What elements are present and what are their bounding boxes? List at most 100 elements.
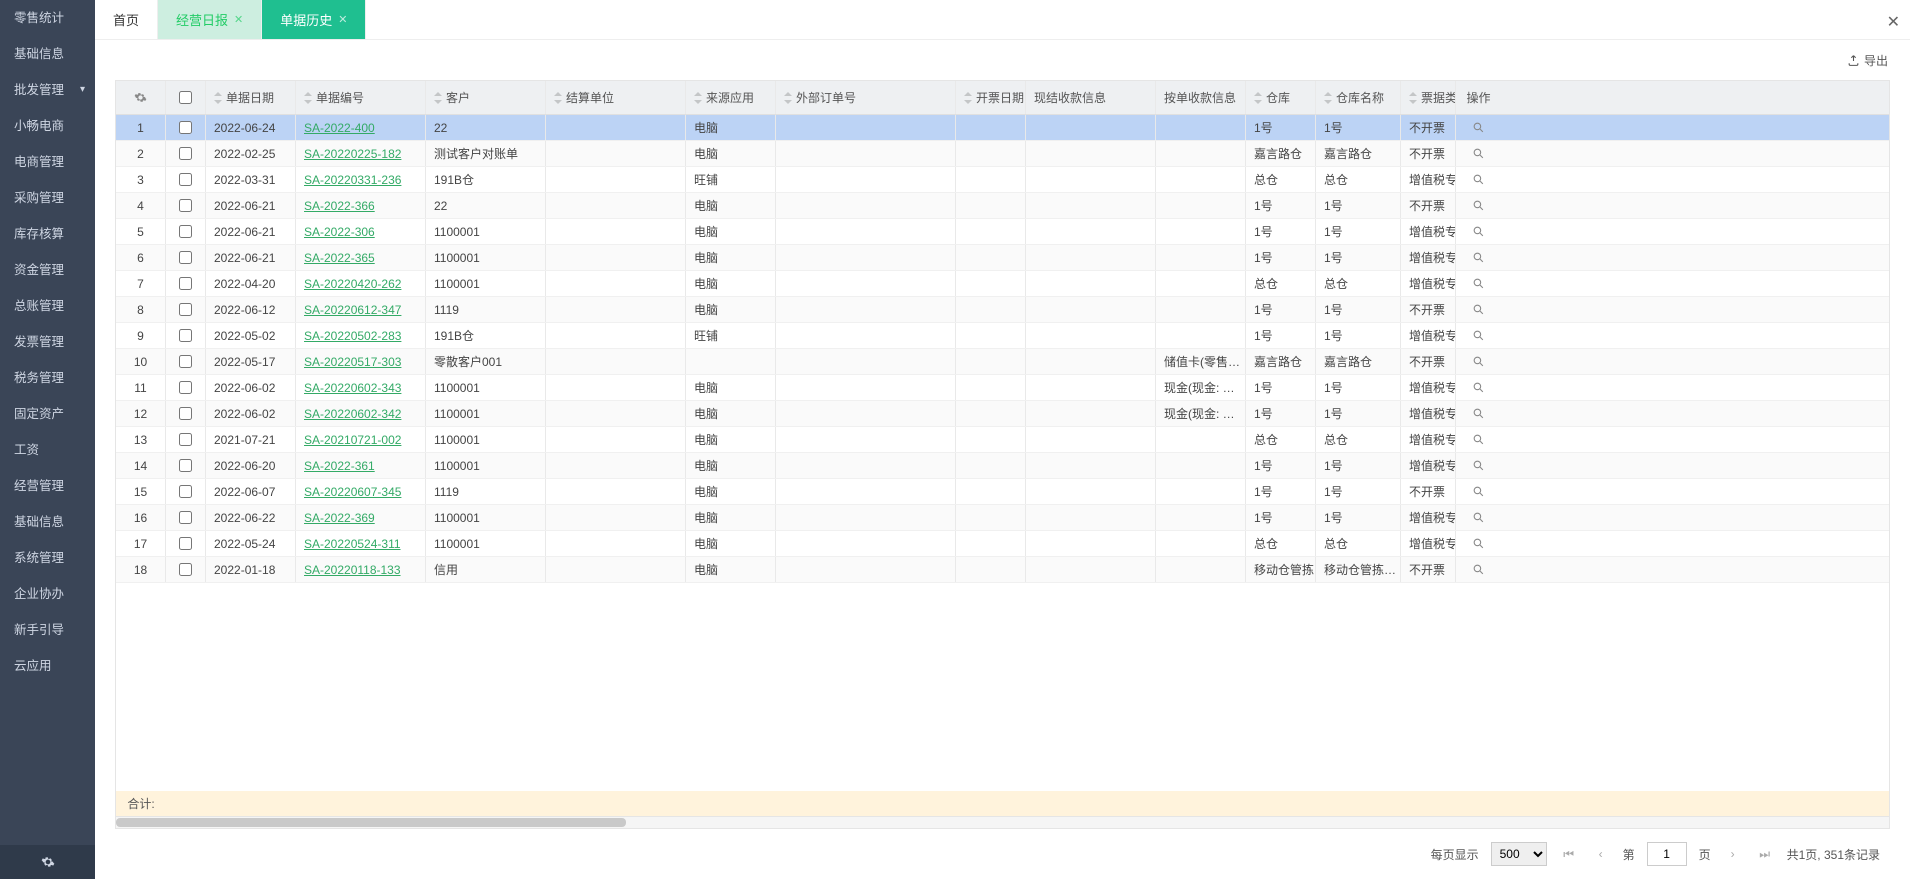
row-checkbox-cell[interactable] bbox=[166, 479, 206, 504]
col-whname[interactable]: 仓库名称 bbox=[1316, 81, 1401, 114]
row-checkbox[interactable] bbox=[179, 303, 192, 316]
row-checkbox[interactable] bbox=[179, 381, 192, 394]
row-view-button[interactable] bbox=[1456, 349, 1501, 374]
row-view-button[interactable] bbox=[1456, 505, 1501, 530]
table-row[interactable]: 62022-06-21SA-2022-3651100001电脑1号1号增值税专 bbox=[116, 245, 1889, 271]
checkbox-all[interactable] bbox=[179, 91, 192, 104]
row-view-button[interactable] bbox=[1456, 167, 1501, 192]
row-view-button[interactable] bbox=[1456, 479, 1501, 504]
row-checkbox[interactable] bbox=[179, 537, 192, 550]
table-row[interactable]: 82022-06-12SA-20220612-3471119电脑1号1号不开票 bbox=[116, 297, 1889, 323]
col-checkbox-all[interactable] bbox=[166, 81, 206, 114]
table-row[interactable]: 162022-06-22SA-2022-3691100001电脑1号1号增值税专 bbox=[116, 505, 1889, 531]
sidebar-item-7[interactable]: 资金管理 bbox=[0, 252, 95, 288]
row-checkbox-cell[interactable] bbox=[166, 531, 206, 556]
row-checkbox[interactable] bbox=[179, 355, 192, 368]
sidebar-item-18[interactable]: 云应用 bbox=[0, 648, 95, 684]
col-cashinfo[interactable]: 现结收款信息 bbox=[1026, 81, 1156, 114]
table-row[interactable]: 142022-06-20SA-2022-3611100001电脑1号1号增值税专 bbox=[116, 453, 1889, 479]
row-checkbox[interactable] bbox=[179, 251, 192, 264]
col-settings[interactable] bbox=[116, 81, 166, 114]
table-row[interactable]: 32022-03-31SA-20220331-236191B仓旺铺总仓总仓增值税… bbox=[116, 167, 1889, 193]
tab-0[interactable]: 首页 bbox=[95, 0, 158, 39]
table-row[interactable]: 92022-05-02SA-20220502-283191B仓旺铺1号1号增值税… bbox=[116, 323, 1889, 349]
last-page-button[interactable]: ⏭ bbox=[1755, 844, 1775, 864]
row-view-button[interactable] bbox=[1456, 557, 1501, 582]
table-row[interactable]: 132021-07-21SA-20210721-0021100001电脑总仓总仓… bbox=[116, 427, 1889, 453]
row-checkbox-cell[interactable] bbox=[166, 349, 206, 374]
row-checkbox[interactable] bbox=[179, 147, 192, 160]
row-checkbox-cell[interactable] bbox=[166, 375, 206, 400]
row-checkbox[interactable] bbox=[179, 329, 192, 342]
row-checkbox-cell[interactable] bbox=[166, 141, 206, 166]
sidebar-settings-button[interactable] bbox=[0, 845, 95, 879]
row-checkbox-cell[interactable] bbox=[166, 193, 206, 218]
sidebar-item-14[interactable]: 基础信息 bbox=[0, 504, 95, 540]
doc-link[interactable]: SA-2022-365 bbox=[304, 251, 375, 265]
row-checkbox-cell[interactable] bbox=[166, 297, 206, 322]
horizontal-scrollbar[interactable] bbox=[116, 816, 1889, 828]
tab-close-icon[interactable]: ✕ bbox=[338, 13, 347, 26]
table-row[interactable]: 172022-05-24SA-20220524-3111100001电脑总仓总仓… bbox=[116, 531, 1889, 557]
row-checkbox-cell[interactable] bbox=[166, 505, 206, 530]
row-checkbox[interactable] bbox=[179, 433, 192, 446]
sidebar-item-17[interactable]: 新手引导 bbox=[0, 612, 95, 648]
doc-link[interactable]: SA-2022-306 bbox=[304, 225, 375, 239]
row-view-button[interactable] bbox=[1456, 453, 1501, 478]
table-row[interactable]: 152022-06-07SA-20220607-3451119电脑1号1号不开票 bbox=[116, 479, 1889, 505]
first-page-button[interactable]: ⏮ bbox=[1559, 844, 1579, 864]
row-view-button[interactable] bbox=[1456, 401, 1501, 426]
page-input[interactable] bbox=[1647, 842, 1687, 866]
doc-link[interactable]: SA-20220612-347 bbox=[304, 303, 401, 317]
doc-link[interactable]: SA-20220420-262 bbox=[304, 277, 401, 291]
row-view-button[interactable] bbox=[1456, 271, 1501, 296]
row-checkbox-cell[interactable] bbox=[166, 245, 206, 270]
row-checkbox[interactable] bbox=[179, 485, 192, 498]
sidebar-item-15[interactable]: 系统管理 bbox=[0, 540, 95, 576]
row-view-button[interactable] bbox=[1456, 115, 1501, 140]
table-row[interactable]: 112022-06-02SA-20220602-3431100001电脑现金(现… bbox=[116, 375, 1889, 401]
doc-link[interactable]: SA-2022-366 bbox=[304, 199, 375, 213]
row-checkbox[interactable] bbox=[179, 121, 192, 134]
doc-link[interactable]: SA-20220602-342 bbox=[304, 407, 401, 421]
tab-2[interactable]: 单据历史✕ bbox=[262, 0, 366, 39]
table-row[interactable]: 182022-01-18SA-20220118-133信用电脑移动仓管拣…移动仓… bbox=[116, 557, 1889, 583]
doc-link[interactable]: SA-20220225-182 bbox=[304, 147, 401, 161]
sidebar-item-12[interactable]: 工资 bbox=[0, 432, 95, 468]
doc-link[interactable]: SA-2022-361 bbox=[304, 459, 375, 473]
doc-link[interactable]: SA-20220118-133 bbox=[304, 563, 401, 577]
doc-link[interactable]: SA-2022-400 bbox=[304, 121, 375, 135]
table-row[interactable]: 22022-02-25SA-20220225-182测试客户对账单电脑嘉言路仓嘉… bbox=[116, 141, 1889, 167]
row-view-button[interactable] bbox=[1456, 323, 1501, 348]
sidebar-item-11[interactable]: 固定资产 bbox=[0, 396, 95, 432]
col-settle[interactable]: 结算单位 bbox=[546, 81, 686, 114]
doc-link[interactable]: SA-20210721-002 bbox=[304, 433, 401, 447]
doc-link[interactable]: SA-20220524-311 bbox=[304, 537, 401, 551]
table-row[interactable]: 72022-04-20SA-20220420-2621100001电脑总仓总仓增… bbox=[116, 271, 1889, 297]
prev-page-button[interactable]: ‹ bbox=[1591, 844, 1611, 864]
col-app[interactable]: 来源应用 bbox=[686, 81, 776, 114]
row-checkbox[interactable] bbox=[179, 199, 192, 212]
row-view-button[interactable] bbox=[1456, 297, 1501, 322]
col-date[interactable]: 单据日期 bbox=[206, 81, 296, 114]
row-checkbox-cell[interactable] bbox=[166, 557, 206, 582]
table-row[interactable]: 42022-06-21SA-2022-36622电脑1号1号不开票 bbox=[116, 193, 1889, 219]
col-collinfo[interactable]: 按单收款信息 bbox=[1156, 81, 1246, 114]
doc-link[interactable]: SA-2022-369 bbox=[304, 511, 375, 525]
row-checkbox[interactable] bbox=[179, 563, 192, 576]
row-checkbox[interactable] bbox=[179, 511, 192, 524]
sidebar-item-4[interactable]: 电商管理 bbox=[0, 144, 95, 180]
row-checkbox-cell[interactable] bbox=[166, 115, 206, 140]
sidebar-item-10[interactable]: 税务管理 bbox=[0, 360, 95, 396]
row-checkbox-cell[interactable] bbox=[166, 401, 206, 426]
sidebar-item-0[interactable]: 零售统计 bbox=[0, 0, 95, 36]
row-checkbox[interactable] bbox=[179, 225, 192, 238]
scrollbar-thumb[interactable] bbox=[116, 818, 626, 827]
sidebar-item-2[interactable]: 批发管理 bbox=[0, 72, 95, 108]
row-view-button[interactable] bbox=[1456, 193, 1501, 218]
row-checkbox-cell[interactable] bbox=[166, 427, 206, 452]
col-docno[interactable]: 单据编号 bbox=[296, 81, 426, 114]
row-checkbox-cell[interactable] bbox=[166, 219, 206, 244]
row-checkbox[interactable] bbox=[179, 407, 192, 420]
row-view-button[interactable] bbox=[1456, 141, 1501, 166]
